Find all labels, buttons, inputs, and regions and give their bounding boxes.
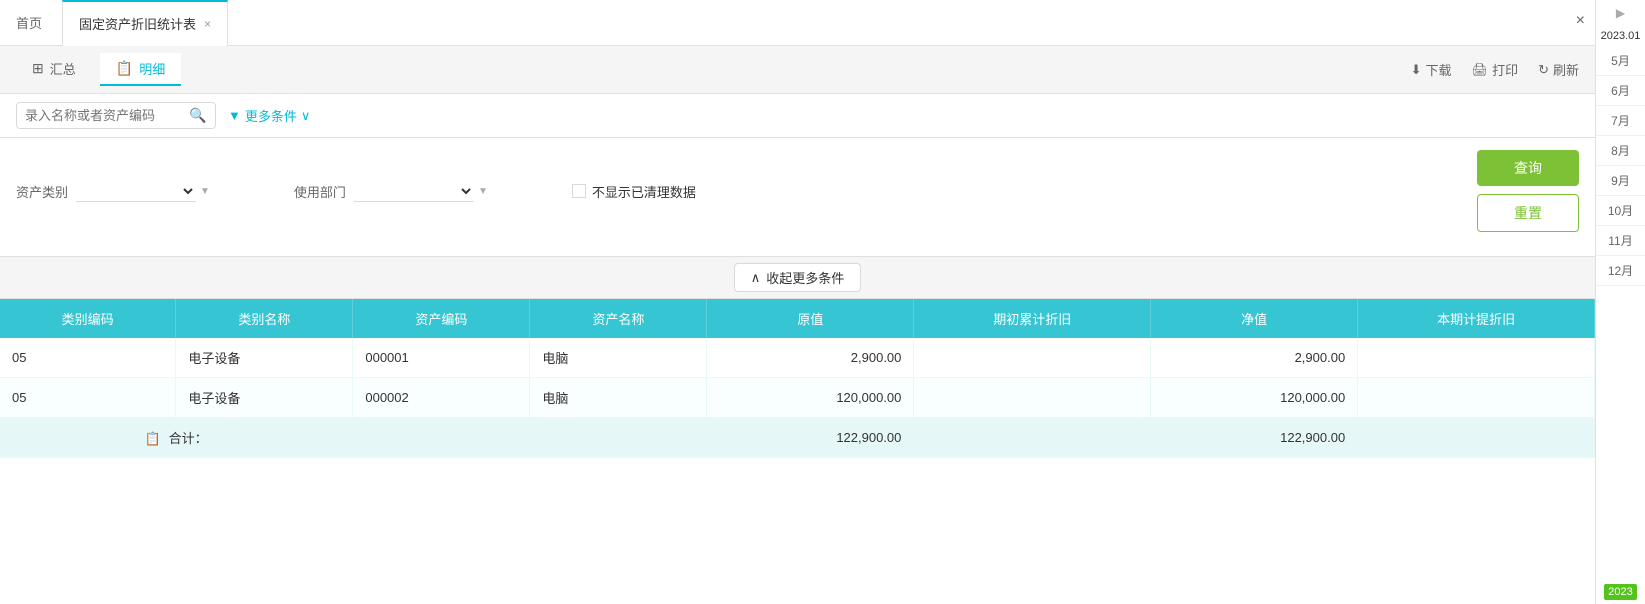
refresh-label: 刷新: [1553, 60, 1579, 79]
total-icon: 📋: [145, 431, 161, 446]
total-label-cell: 📋 合计：: [0, 418, 353, 458]
cell-accumulated-depreciation: [914, 338, 1151, 378]
cell-net-value: 2,900.00: [1151, 338, 1358, 378]
total-empty-1: [353, 418, 530, 458]
sidebar-month-10[interactable]: 10月: [1596, 196, 1645, 226]
print-icon: 🖨: [1472, 62, 1489, 78]
cell-net-value: 120,000.00: [1151, 378, 1358, 418]
query-button[interactable]: 查询: [1477, 150, 1579, 186]
total-row: 📋 合计： 122,900.00 122,900.00: [0, 418, 1595, 458]
col-original-value: 原值: [707, 299, 914, 338]
cell-category-name: 电子设备: [176, 338, 353, 378]
col-asset-code: 资产编码: [353, 299, 530, 338]
table-row[interactable]: 05 电子设备 000001 电脑 2,900.00 2,900.00: [0, 338, 1595, 378]
download-button[interactable]: ⬇ 下载: [1411, 60, 1452, 79]
asset-category-select[interactable]: [76, 180, 196, 202]
total-original-value: 122,900.00: [707, 418, 914, 458]
date-display: 2023.01: [1601, 26, 1641, 46]
tab-detail[interactable]: 📋 明细: [100, 53, 181, 86]
col-category-name: 类别名称: [176, 299, 353, 338]
total-current-depreciation: [1358, 418, 1595, 458]
cell-asset-name: 电脑: [530, 338, 707, 378]
cell-asset-code: 000002: [353, 378, 530, 418]
asset-category-label: 资产类别: [16, 182, 68, 201]
cell-current-depreciation: [1358, 378, 1595, 418]
total-label: 合计：: [169, 431, 208, 446]
department-label: 使用部门: [294, 182, 346, 201]
collapse-label: 收起更多条件: [766, 268, 844, 287]
more-conditions-label: 更多条件: [245, 106, 297, 125]
collapse-conditions-button[interactable]: ∧ 收起更多条件: [734, 263, 862, 292]
sidebar-month-6[interactable]: 6月: [1596, 76, 1645, 106]
total-accumulated-depreciation: [914, 418, 1151, 458]
summary-icon: ⊞: [32, 60, 44, 77]
close-icon[interactable]: ×: [204, 17, 211, 31]
download-label: 下载: [1426, 60, 1452, 79]
cell-asset-name: 电脑: [530, 378, 707, 418]
table-row[interactable]: 05 电子设备 000002 电脑 120,000.00 120,000.00: [0, 378, 1595, 418]
sidebar-month-12[interactable]: 12月: [1596, 256, 1645, 286]
cell-accumulated-depreciation: [914, 378, 1151, 418]
filter-icon: ▼: [228, 108, 241, 123]
chevron-down-icon: ∨: [301, 108, 311, 124]
sidebar-month-11[interactable]: 11月: [1596, 226, 1645, 256]
asset-category-arrow: ▼: [200, 186, 210, 197]
reset-button[interactable]: 重置: [1477, 194, 1579, 232]
window-close-button[interactable]: ×: [1576, 12, 1585, 30]
department-arrow: ▼: [478, 186, 488, 197]
col-net-value: 净值: [1151, 299, 1358, 338]
hide-cleared-label: 不显示已清理数据: [592, 182, 696, 201]
tab-title: 固定资产折旧统计表: [79, 14, 196, 33]
search-icon[interactable]: 🔍: [189, 107, 206, 124]
total-net-value: 122,900.00: [1151, 418, 1358, 458]
print-button[interactable]: 🖨 打印: [1472, 60, 1519, 79]
tab-summary[interactable]: ⊞ 汇总: [16, 53, 92, 86]
home-link[interactable]: 首页: [16, 13, 54, 32]
cell-current-depreciation: [1358, 338, 1595, 378]
col-category-code: 类别编码: [0, 299, 176, 338]
refresh-button[interactable]: ↻ 刷新: [1538, 60, 1579, 79]
sidebar-month-7[interactable]: 7月: [1596, 106, 1645, 136]
sidebar-month-9[interactable]: 9月: [1596, 166, 1645, 196]
year-badge[interactable]: 2023: [1604, 584, 1636, 600]
hide-cleared-checkbox[interactable]: [572, 184, 586, 198]
print-label: 打印: [1492, 60, 1518, 79]
month-sidebar: ▶ 2023.01 5月 6月 7月 8月 9月 10月 11月 12月 202…: [1595, 0, 1645, 604]
tab-summary-label: 汇总: [50, 59, 76, 78]
sidebar-month-8[interactable]: 8月: [1596, 136, 1645, 166]
col-accumulated-depreciation: 期初累计折旧: [914, 299, 1151, 338]
more-conditions-button[interactable]: ▼ 更多条件 ∨: [228, 106, 310, 125]
search-input[interactable]: [25, 108, 185, 123]
cell-original-value: 120,000.00: [707, 378, 914, 418]
sidebar-month-5[interactable]: 5月: [1596, 46, 1645, 76]
refresh-icon: ↻: [1538, 62, 1549, 78]
cell-category-code: 05: [0, 338, 176, 378]
cell-category-code: 05: [0, 378, 176, 418]
cell-asset-code: 000001: [353, 338, 530, 378]
department-select[interactable]: [354, 180, 474, 202]
col-asset-name: 资产名称: [530, 299, 707, 338]
active-tab[interactable]: 固定资产折旧统计表 ×: [62, 0, 228, 46]
cell-original-value: 2,900.00: [707, 338, 914, 378]
total-empty-2: [530, 418, 707, 458]
data-table: 类别编码 类别名称 资产编码 资产名称 原值 期初累计折旧 净值 本期计提折旧 …: [0, 299, 1595, 604]
collapse-icon: ∧: [751, 270, 761, 286]
scroll-arrow-up[interactable]: ▶: [1616, 0, 1625, 26]
detail-icon: 📋: [116, 60, 133, 77]
col-current-depreciation: 本期计提折旧: [1358, 299, 1595, 338]
tab-detail-label: 明细: [139, 59, 165, 78]
download-icon: ⬇: [1411, 62, 1422, 78]
cell-category-name: 电子设备: [176, 378, 353, 418]
